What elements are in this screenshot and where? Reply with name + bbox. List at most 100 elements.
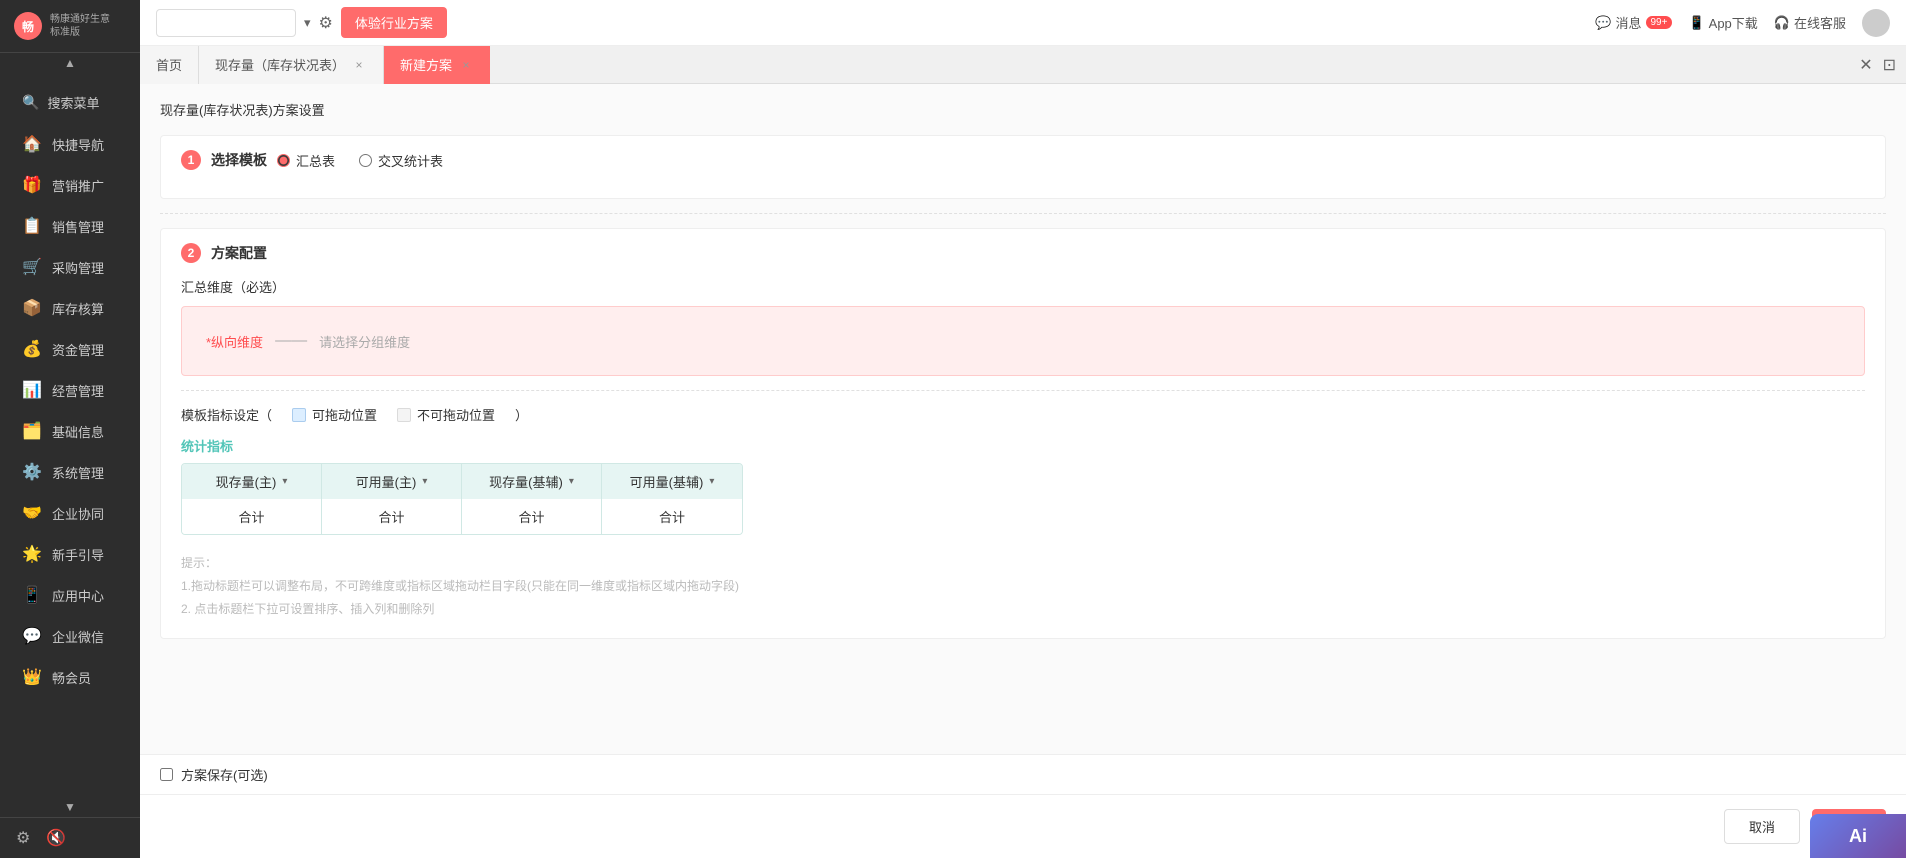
scroll-up-btn[interactable]: ▲	[64, 56, 76, 70]
col-body-0: 合计	[182, 499, 322, 534]
sidebar-item-label: 基础信息	[52, 422, 104, 441]
sound-footer-btn[interactable]: 🔇	[46, 828, 66, 848]
dim-arrow: ——	[275, 332, 307, 350]
sidebar-item-apps[interactable]: 📱 应用中心	[6, 575, 134, 615]
topbar-right: 💬 消息 99+ 📱 App下载 🎧 在线客服	[1595, 9, 1890, 37]
gift-icon: 🎁	[22, 175, 42, 195]
topbar-gear-icon[interactable]: ⚙	[319, 13, 333, 33]
radio-cross[interactable]: 交叉统计表	[359, 151, 443, 170]
tab-inventory-close[interactable]: ×	[351, 57, 367, 73]
save-checkbox[interactable]	[160, 768, 173, 781]
col-body-1: 合计	[322, 499, 462, 534]
cancel-button[interactable]: 取消	[1724, 809, 1800, 844]
tab-close-icon[interactable]: ✕	[1859, 55, 1872, 75]
sidebar-item-system[interactable]: ⚙️ 系统管理	[6, 452, 134, 492]
col-header-1[interactable]: 可用量(主) ▾	[322, 464, 462, 499]
sidebar-item-inventory[interactable]: 📦 库存核算	[6, 288, 134, 328]
tab-expand-icon[interactable]: ⊡	[1883, 55, 1896, 75]
col-chevron-3: ▾	[709, 476, 714, 487]
step2-number: 2	[181, 243, 201, 263]
step1-number: 1	[181, 150, 201, 170]
metrics-header: 模板指标设定（ 可拖动位置 不可拖动位置 ）	[181, 405, 1865, 424]
radio-summary[interactable]: 汇总表	[277, 151, 335, 170]
sidebar-item-finance[interactable]: 💰 资金管理	[6, 329, 134, 369]
tips-section: 提示： 1.拖动标题栏可以调整布局，不可跨维度或指标区域拖动栏目字段(只能在同一…	[181, 538, 1865, 620]
sidebar: 畅 畅康通好生意 标准版 ▲ 🔍 搜索菜单 🏠 快捷导航 🎁 营销推广 📋 销售…	[0, 0, 140, 858]
tips-title: 提示：	[181, 554, 1865, 573]
sidebar-item-label: 应用中心	[52, 586, 104, 605]
sidebar-item-nav[interactable]: 🏠 快捷导航	[6, 124, 134, 164]
message-badge: 99+	[1646, 16, 1673, 29]
col-body-3: 合计	[602, 499, 742, 534]
chevron-down-icon: ▾	[304, 15, 311, 31]
sidebar-nav: 🔍 搜索菜单 🏠 快捷导航 🎁 营销推广 📋 销售管理 🛒 采购管理 📦 库存核…	[0, 73, 140, 797]
sidebar-item-purchase[interactable]: 🛒 采购管理	[6, 247, 134, 287]
sidebar-item-label: 采购管理	[52, 258, 104, 277]
tabs-bar: 首页 现存量（库存状况表） × 新建方案 × ✕ ⊡	[140, 46, 1906, 84]
dimension-label: 汇总维度（必选）	[181, 277, 1865, 296]
box-icon: 📦	[22, 298, 42, 318]
sidebar-item-label: 快捷导航	[52, 135, 104, 154]
money-icon: 💰	[22, 339, 42, 359]
star-icon: 🌟	[22, 544, 42, 564]
main-area: ▾ ⚙ 体验行业方案 💬 消息 99+ 📱 App下载 🎧 在线客服 首页	[140, 0, 1906, 858]
ai-float-button[interactable]: Ai	[1810, 814, 1906, 858]
user-avatar[interactable]	[1862, 9, 1890, 37]
non-draggable-toggle: 不可拖动位置	[397, 405, 495, 424]
col-header-2[interactable]: 现存量(基辅) ▾	[462, 464, 602, 499]
tab-new[interactable]: 新建方案 ×	[384, 46, 490, 84]
footer-bar: 方案保存(可选)	[140, 754, 1906, 794]
sidebar-item-wechat[interactable]: 💬 企业微信	[6, 616, 134, 656]
logo-icon: 畅	[14, 12, 42, 40]
sidebar-item-promo[interactable]: 🎁 营销推广	[6, 165, 134, 205]
chart-icon: 📊	[22, 380, 42, 400]
vertical-dim-label: *纵向维度	[206, 332, 263, 351]
handshake-icon: 🤝	[22, 503, 42, 523]
sidebar-item-sales[interactable]: 📋 销售管理	[6, 206, 134, 246]
cart-icon: 🛒	[22, 257, 42, 277]
step1-label: 选择模板	[211, 150, 267, 170]
message-icon: 💬	[1595, 15, 1611, 31]
headset-icon: 🎧	[1774, 15, 1790, 31]
sidebar-item-basic[interactable]: 🗂️ 基础信息	[6, 411, 134, 451]
scroll-down-btn[interactable]: ▼	[64, 800, 76, 814]
col-header-3[interactable]: 可用量(基辅) ▾	[602, 464, 742, 499]
page-title: 现存量(库存状况表)方案设置	[160, 100, 1886, 119]
draggable-box	[292, 408, 306, 422]
trial-btn[interactable]: 体验行业方案	[341, 7, 447, 38]
sidebar-item-mgmt[interactable]: 📊 经营管理	[6, 370, 134, 410]
dimension-config-area[interactable]: *纵向维度 —— 请选择分组维度	[181, 306, 1865, 376]
search-input[interactable]	[156, 9, 296, 37]
tab-inventory[interactable]: 现存量（库存状况表） ×	[199, 46, 384, 84]
settings-footer-btn[interactable]: ⚙	[16, 828, 30, 848]
topbar-left: ▾ ⚙ 体验行业方案	[156, 7, 447, 38]
sidebar-item-coop[interactable]: 🤝 企业协同	[6, 493, 134, 533]
sidebar-item-label: 营销推广	[52, 176, 104, 195]
tab-home[interactable]: 首页	[140, 46, 199, 84]
col-chevron-2: ▾	[569, 476, 574, 487]
sidebar-item-newguide[interactable]: 🌟 新手引导	[6, 534, 134, 574]
message-btn[interactable]: 💬 消息 99+	[1595, 13, 1672, 32]
sidebar-search[interactable]: 🔍 搜索菜单	[6, 85, 134, 120]
sidebar-item-label: 资金管理	[52, 340, 104, 359]
clipboard-icon: 📋	[22, 216, 42, 236]
tabs-actions: ✕ ⊡	[1849, 55, 1906, 75]
topbar: ▾ ⚙ 体验行业方案 💬 消息 99+ 📱 App下载 🎧 在线客服	[140, 0, 1906, 46]
col-body-2: 合计	[462, 499, 602, 534]
col-header-0[interactable]: 现存量(主) ▾	[182, 464, 322, 499]
sidebar-item-label: 经营管理	[52, 381, 104, 400]
home-icon: 🏠	[22, 134, 42, 154]
sidebar-item-label: 销售管理	[52, 217, 104, 236]
step2-header: 2 方案配置	[181, 243, 1865, 263]
tab-new-close[interactable]: ×	[458, 57, 474, 73]
sidebar-item-member[interactable]: 👑 畅会员	[6, 657, 134, 697]
app-download-btn[interactable]: 📱 App下载	[1688, 13, 1757, 32]
sidebar-item-label: 新手引导	[52, 545, 104, 564]
dropdown-button[interactable]: ▾	[304, 15, 311, 31]
sidebar-footer: ⚙ 🔇	[0, 817, 140, 858]
dim-placeholder: 请选择分组维度	[319, 332, 410, 351]
customer-service-btn[interactable]: 🎧 在线客服	[1774, 13, 1846, 32]
phone-icon: 📱	[22, 585, 42, 605]
stats-label: 统计指标	[181, 436, 1865, 455]
bottom-actions: 取消 查询	[140, 794, 1906, 858]
